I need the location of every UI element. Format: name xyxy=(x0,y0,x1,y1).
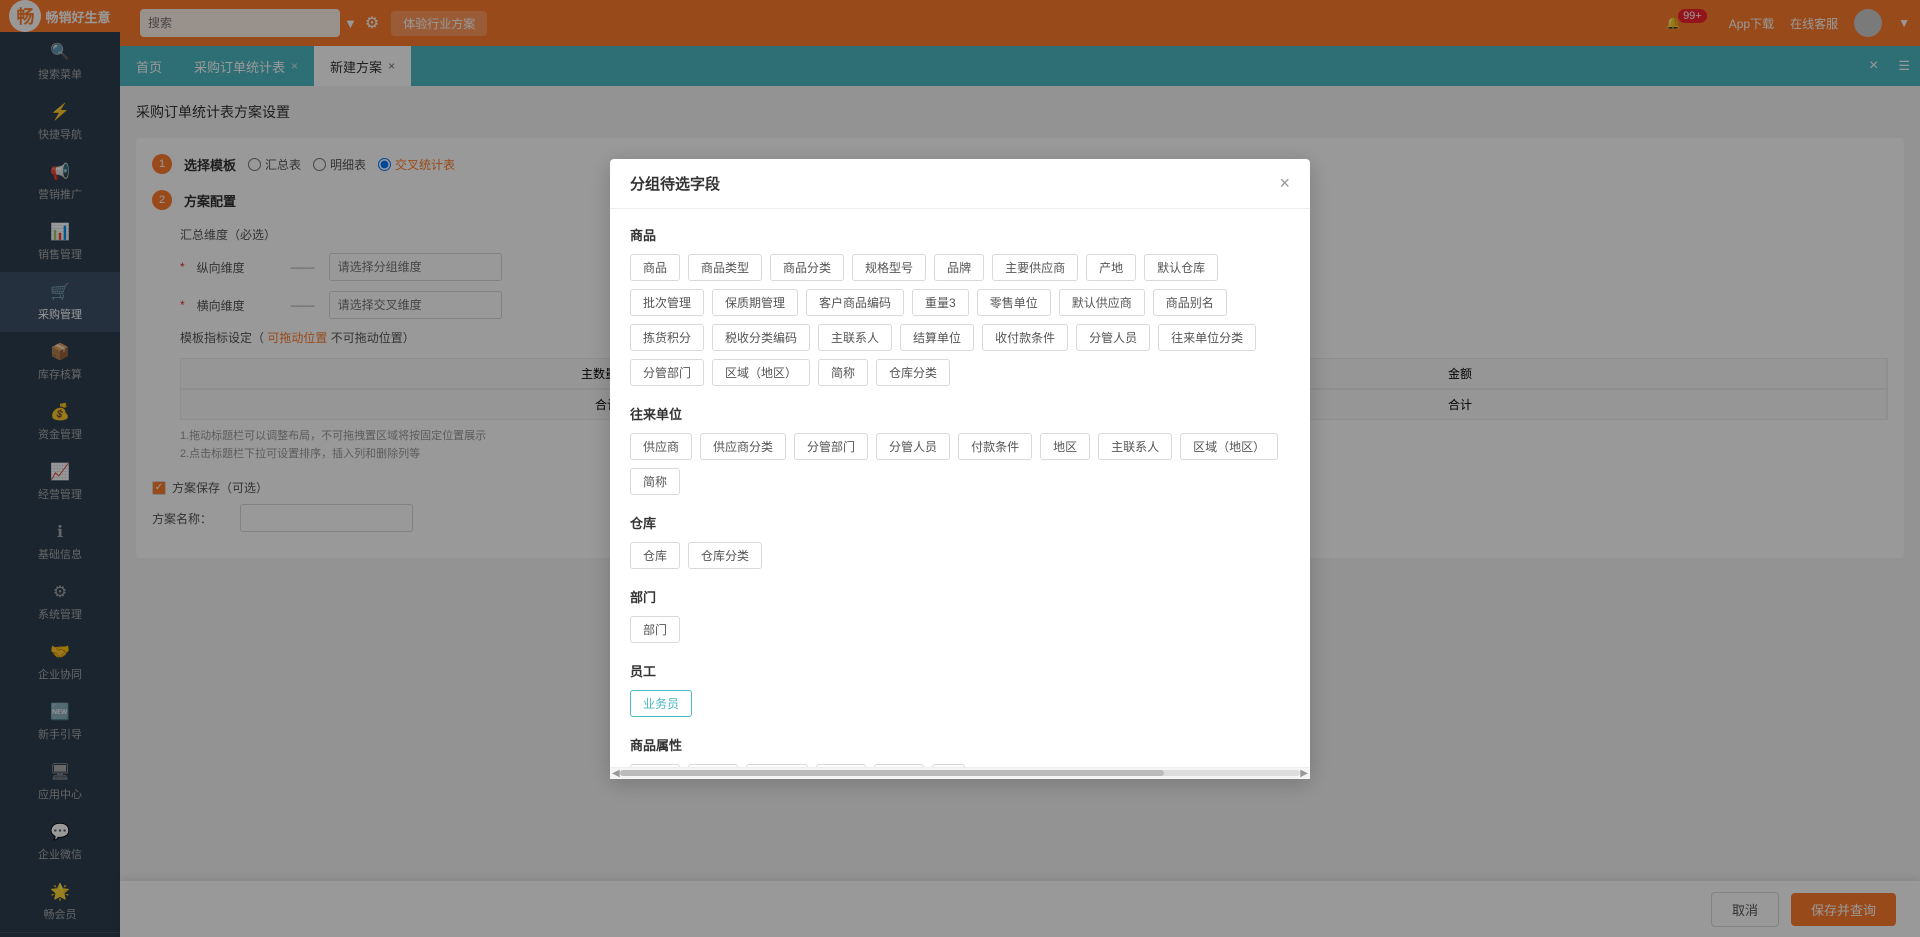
field-tag-partner-manager[interactable]: 分管人员 xyxy=(876,433,950,460)
dialog-hscroll[interactable]: ◀ ▶ xyxy=(610,767,1310,779)
field-tag-region2[interactable]: 区域（地区） xyxy=(1180,433,1278,460)
section-dept: 部门 部门 xyxy=(630,587,1290,643)
field-tag-batch[interactable]: 批次管理 xyxy=(630,289,704,316)
hscroll-track xyxy=(620,770,1301,776)
hscroll-left-arrow[interactable]: ◀ xyxy=(612,768,620,779)
field-tag-payment-terms[interactable]: 收付款条件 xyxy=(982,324,1068,351)
field-tag-brand[interactable]: 品牌 xyxy=(934,254,984,281)
field-tag-alias[interactable]: 商品别名 xyxy=(1153,289,1227,316)
field-tag-expiry[interactable]: 保质期管理 xyxy=(712,289,798,316)
field-tag-main-supplier[interactable]: 主要供应商 xyxy=(992,254,1078,281)
section-goods-title: 商品 xyxy=(630,225,1290,244)
field-tag-payment-cond[interactable]: 付款条件 xyxy=(958,433,1032,460)
employee-fields: 业务员 xyxy=(630,690,1290,717)
field-tag-supplier-category[interactable]: 供应商分类 xyxy=(700,433,786,460)
partner-fields: 供应商 供应商分类 分管部门 分管人员 付款条件 地区 主联系人 区域（地区） … xyxy=(630,433,1290,495)
field-tag-warehouse-category[interactable]: 仓库分类 xyxy=(876,359,950,386)
section-warehouse-title: 仓库 xyxy=(630,513,1290,532)
modal-overlay: 分组待选字段 × 商品 商品 商品类型 商品分类 规格型号 品牌 主要供应商 产… xyxy=(0,0,1920,937)
field-tag-dept-main[interactable]: 部门 xyxy=(630,616,680,643)
section-employee: 员工 业务员 xyxy=(630,661,1290,717)
field-tag-warehouse[interactable]: 仓库 xyxy=(630,542,680,569)
field-tag-partner-category[interactable]: 往来单位分类 xyxy=(1158,324,1256,351)
goods-fields: 商品 商品类型 商品分类 规格型号 品牌 主要供应商 产地 默认仓库 批次管理 … xyxy=(630,254,1290,386)
field-tag-retail-unit[interactable]: 零售单位 xyxy=(977,289,1051,316)
section-employee-title: 员工 xyxy=(630,661,1290,680)
section-dept-title: 部门 xyxy=(630,587,1290,606)
field-tag-shortname[interactable]: 简称 xyxy=(818,359,868,386)
field-tag-main-contact2[interactable]: 主联系人 xyxy=(1098,433,1172,460)
section-partner-title: 往来单位 xyxy=(630,404,1290,423)
field-tag-spec[interactable]: 规格型号 xyxy=(852,254,926,281)
field-tag-tax-code[interactable]: 税收分类编码 xyxy=(712,324,810,351)
field-tag-pick-points[interactable]: 拣货积分 xyxy=(630,324,704,351)
section-warehouse: 仓库 仓库 仓库分类 xyxy=(630,513,1290,569)
hscroll-thumb xyxy=(620,770,1164,776)
field-tag-manager[interactable]: 分管人员 xyxy=(1076,324,1150,351)
field-tag-supplier[interactable]: 供应商 xyxy=(630,433,692,460)
dialog-header: 分组待选字段 × xyxy=(610,159,1310,209)
field-tag-wh-category[interactable]: 仓库分类 xyxy=(688,542,762,569)
field-tag-main-contact[interactable]: 主联系人 xyxy=(818,324,892,351)
field-tag-customer-code[interactable]: 客户商品编码 xyxy=(806,289,904,316)
field-tag-dept[interactable]: 分管部门 xyxy=(630,359,704,386)
field-tag-goods-category[interactable]: 商品分类 xyxy=(770,254,844,281)
field-tag-salesperson[interactable]: 业务员 xyxy=(630,690,692,717)
field-tag-area[interactable]: 地区 xyxy=(1040,433,1090,460)
dialog-body: 商品 商品 商品类型 商品分类 规格型号 品牌 主要供应商 产地 默认仓库 批次… xyxy=(610,209,1310,767)
section-goods: 商品 商品 商品类型 商品分类 规格型号 品牌 主要供应商 产地 默认仓库 批次… xyxy=(630,225,1290,386)
warehouse-fields: 仓库 仓库分类 xyxy=(630,542,1290,569)
section-goods-attr-title: 商品属性 xyxy=(630,735,1290,754)
field-tag-weight[interactable]: 重量3 xyxy=(912,289,969,316)
section-goods-attr: 商品属性 属性 颜色 多规格 尺码 鞋码 1 xyxy=(630,735,1290,767)
field-tag-settle-unit[interactable]: 结算单位 xyxy=(900,324,974,351)
field-tag-shortname2[interactable]: 简称 xyxy=(630,468,680,495)
dept-fields: 部门 xyxy=(630,616,1290,643)
section-partner: 往来单位 供应商 供应商分类 分管部门 分管人员 付款条件 地区 主联系人 区域… xyxy=(630,404,1290,495)
field-tag-default-supplier[interactable]: 默认供应商 xyxy=(1059,289,1145,316)
field-tag-origin[interactable]: 产地 xyxy=(1086,254,1136,281)
hscroll-right-arrow[interactable]: ▶ xyxy=(1300,768,1308,779)
field-tag-goods[interactable]: 商品 xyxy=(630,254,680,281)
field-tag-goods-type[interactable]: 商品类型 xyxy=(688,254,762,281)
field-tag-region[interactable]: 区域（地区） xyxy=(712,359,810,386)
dialog-close-btn[interactable]: × xyxy=(1279,174,1290,192)
field-select-dialog: 分组待选字段 × 商品 商品 商品类型 商品分类 规格型号 品牌 主要供应商 产… xyxy=(610,159,1310,779)
field-tag-partner-dept[interactable]: 分管部门 xyxy=(794,433,868,460)
field-tag-default-warehouse[interactable]: 默认仓库 xyxy=(1144,254,1218,281)
dialog-title: 分组待选字段 xyxy=(630,173,720,194)
